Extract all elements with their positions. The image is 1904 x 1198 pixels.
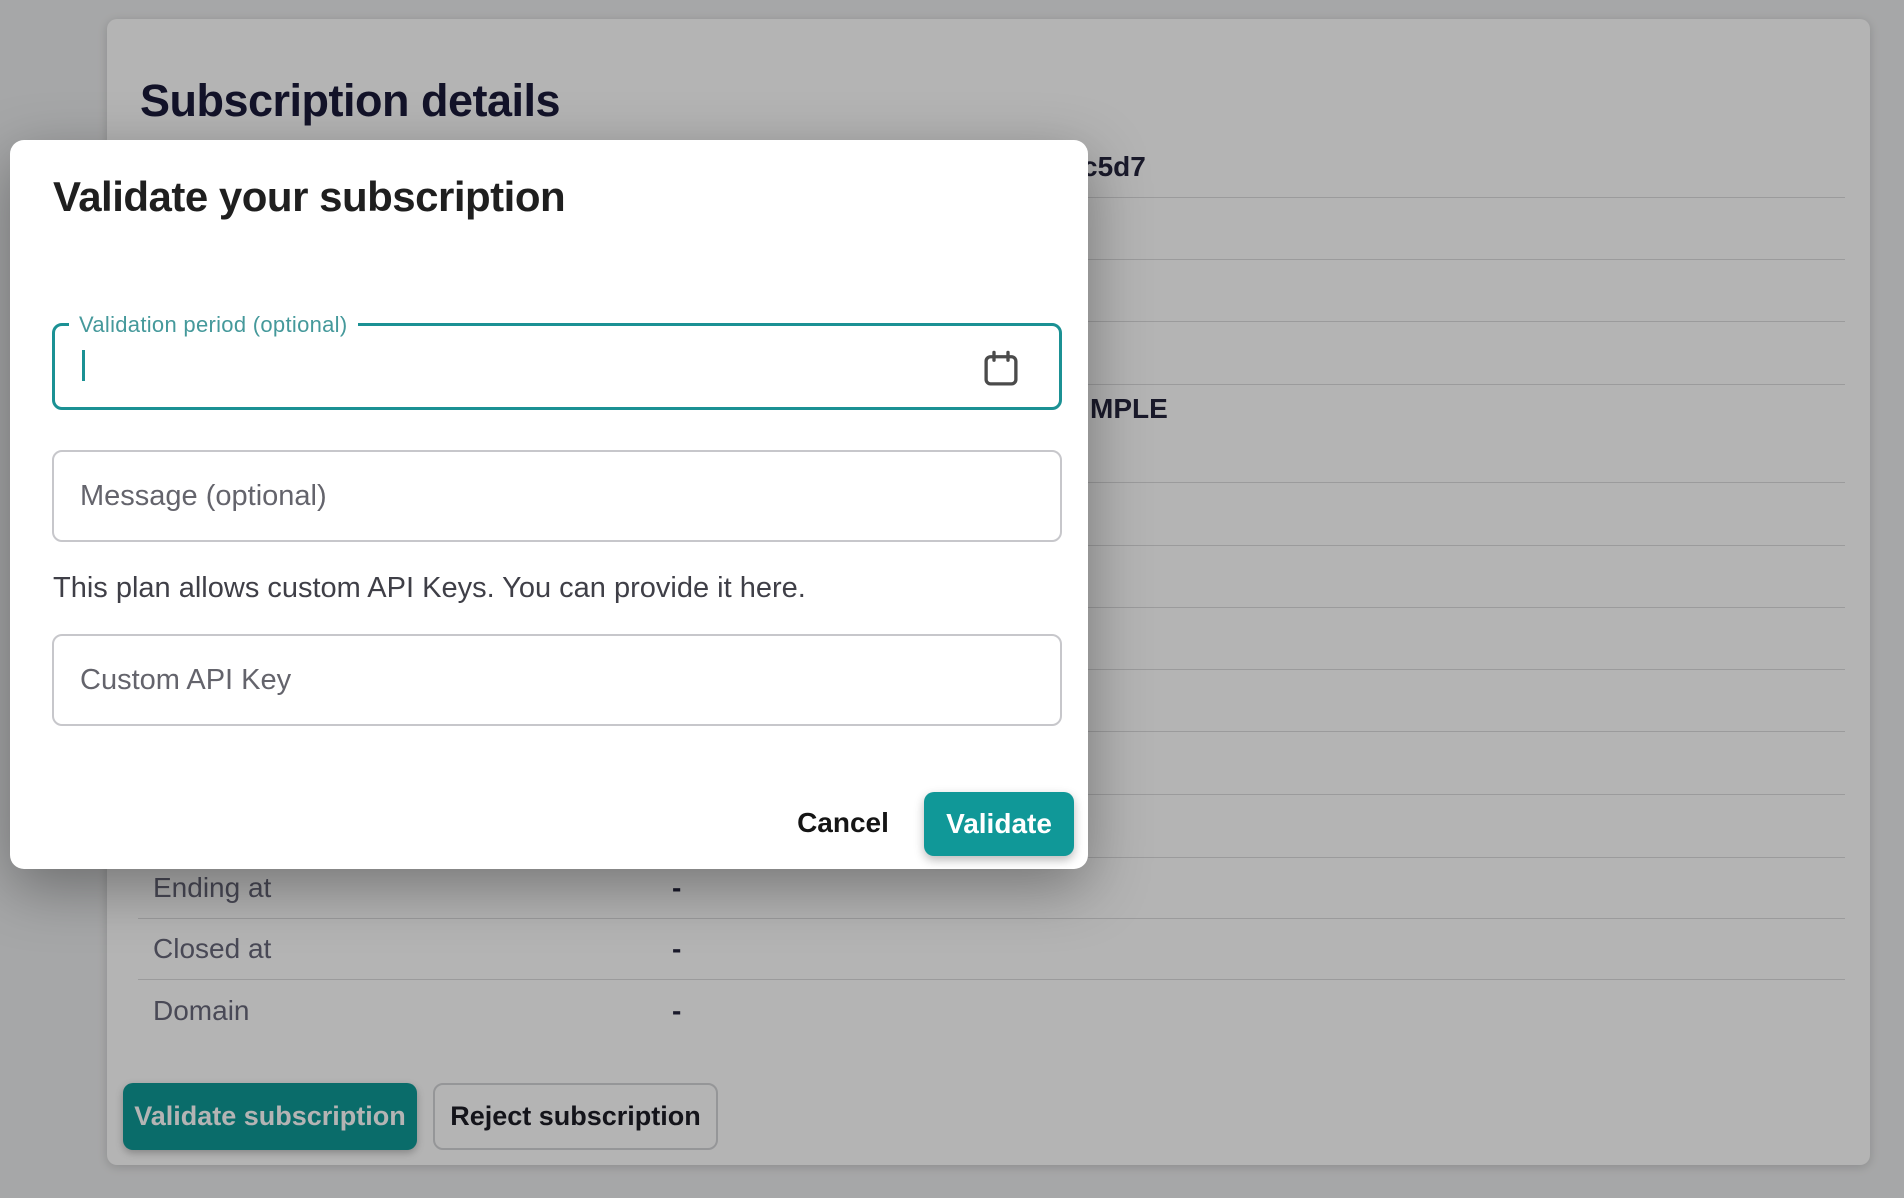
calendar-icon — [980, 348, 1022, 390]
validate-button[interactable]: Validate — [924, 792, 1074, 856]
message-input[interactable] — [54, 452, 1060, 540]
cancel-button[interactable]: Cancel — [778, 792, 908, 854]
custom-api-key-input[interactable] — [54, 636, 1060, 724]
api-key-helper-text: This plan allows custom API Keys. You ca… — [53, 572, 806, 605]
validate-subscription-dialog: Validate your subscription Validation pe… — [10, 140, 1088, 869]
message-field[interactable] — [52, 450, 1062, 542]
validation-period-field[interactable]: Validation period (optional) — [52, 323, 1062, 410]
calendar-picker-button[interactable] — [979, 347, 1023, 391]
validation-period-input[interactable] — [55, 326, 1059, 407]
dialog-actions: Cancel Validate — [10, 790, 1088, 856]
dialog-title: Validate your subscription — [53, 173, 565, 221]
text-cursor — [82, 350, 85, 381]
custom-api-key-field[interactable] — [52, 634, 1062, 726]
